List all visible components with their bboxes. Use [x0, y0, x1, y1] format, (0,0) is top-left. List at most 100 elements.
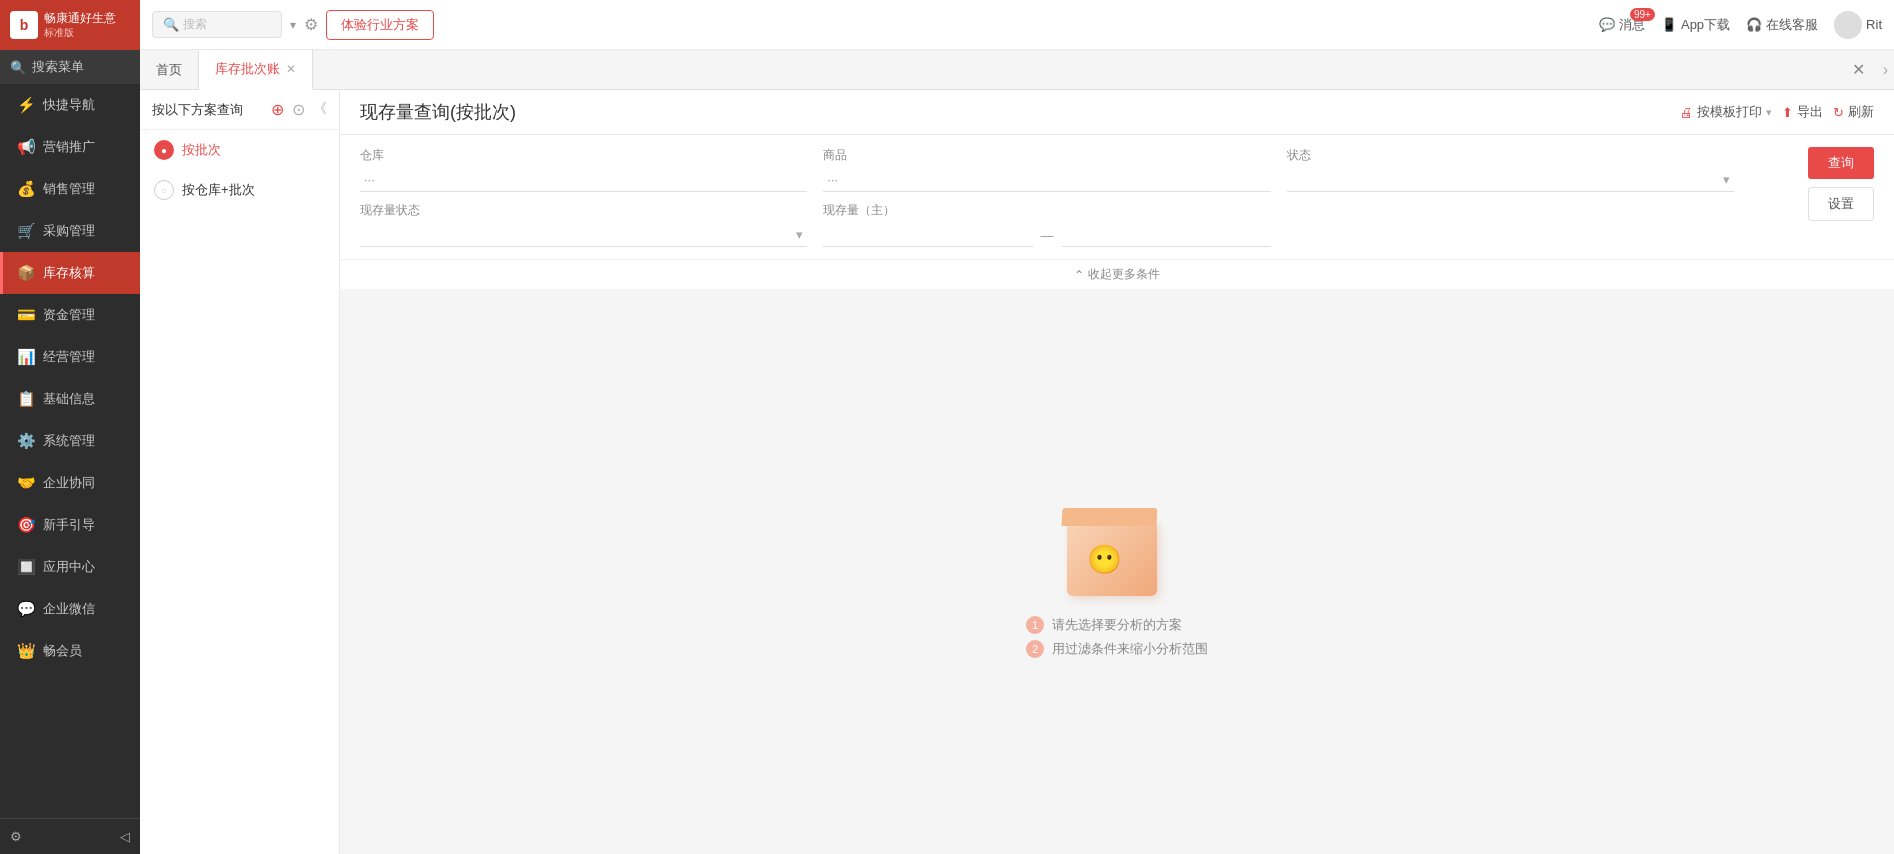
sidebar-item-member[interactable]: 👑 畅会员	[0, 630, 140, 672]
title-bar-actions: 🖨 按模板打印 ▾ ⬆ 导出 ↻ 刷新	[1680, 103, 1874, 121]
topbar-dropdown-arrow[interactable]: ▾	[290, 18, 296, 32]
topbar-gear-icon[interactable]: ⚙	[304, 15, 318, 34]
print-btn[interactable]: 🖨 按模板打印 ▾	[1680, 103, 1772, 121]
sidebar-collapse-btn[interactable]: ◁	[120, 829, 130, 844]
print-icon: 🖨	[1680, 105, 1693, 120]
tab-batch-label: 库存批次账	[215, 60, 280, 78]
page-title: 现存量查询(按批次)	[360, 100, 516, 124]
app-name: 畅康通好生意	[44, 11, 116, 27]
sidebar-label-system: 系统管理	[43, 432, 95, 450]
warehouse-select[interactable]: ···	[360, 168, 807, 192]
sidebar-item-enterprise[interactable]: 🤝 企业协同	[0, 462, 140, 504]
plan-settings-icon[interactable]: ⊙	[292, 100, 305, 119]
newbie-icon: 🎯	[17, 516, 35, 534]
stock-status-label: 现存量状态	[360, 202, 807, 219]
left-panel-title: 按以下方案查询	[152, 101, 243, 119]
tabs-panel-close-btn[interactable]: ✕	[1840, 60, 1877, 79]
app-download-action[interactable]: 📱 App下载	[1661, 16, 1730, 34]
online-service-label: 在线客服	[1766, 16, 1818, 34]
refresh-btn[interactable]: ↻ 刷新	[1833, 103, 1874, 121]
filter-area: 仓库 ··· 商品 ··· 状态	[340, 135, 1894, 289]
sidebar-item-system[interactable]: ⚙️ 系统管理	[0, 420, 140, 462]
collapse-more-btn[interactable]: ⌃ 收起更多条件	[340, 259, 1894, 289]
sidebar-item-purchase[interactable]: 🛒 采购管理	[0, 210, 140, 252]
tip-text-2: 用过滤条件来缩小分析范围	[1052, 640, 1208, 658]
sidebar-label-newbie: 新手引导	[43, 516, 95, 534]
sidebar-header: b 畅康通好生意 标准版	[0, 0, 140, 50]
topbar-search-text: 搜索	[183, 16, 207, 33]
add-plan-icon[interactable]: ⊕	[271, 100, 284, 119]
empty-tips: 1 请先选择要分析的方案 2 用过滤条件来缩小分析范围	[1026, 616, 1208, 658]
panel-collapse-icon[interactable]: 《	[313, 100, 327, 119]
tab-batch-account[interactable]: 库存批次账 ✕	[199, 50, 313, 90]
right-content: 现存量查询(按批次) 🖨 按模板打印 ▾ ⬆ 导出 ↻ 刷新	[340, 90, 1894, 854]
stock-status-dropdown-icon: ▾	[796, 227, 803, 242]
sidebar-search-label: 搜索菜单	[32, 58, 84, 76]
print-arrow-icon: ▾	[1766, 106, 1772, 119]
plan-label-by-batch: 按批次	[182, 141, 221, 159]
product-select[interactable]: ···	[823, 168, 1270, 192]
page-title-bar: 现存量查询(按批次) 🖨 按模板打印 ▾ ⬆ 导出 ↻ 刷新	[340, 90, 1894, 135]
product-filter: 商品 ···	[823, 147, 1270, 192]
tab-close-icon[interactable]: ✕	[286, 62, 296, 76]
topbar-search-box[interactable]: 🔍 搜索	[152, 11, 282, 38]
stock-qty-filter: 现存量（主） —	[823, 202, 1270, 247]
export-label: 导出	[1797, 103, 1823, 121]
sidebar-footer: ⚙ ◁	[0, 818, 140, 854]
marketing-icon: 📢	[17, 138, 35, 156]
tabs-more-btn[interactable]: ›	[1877, 61, 1894, 79]
sidebar-item-basics[interactable]: 📋 基础信息	[0, 378, 140, 420]
print-label: 按模板打印	[1697, 103, 1762, 121]
tip-num-1: 1	[1026, 616, 1044, 634]
app-version: 标准版	[44, 26, 116, 39]
sidebar-label-finance: 资金管理	[43, 306, 95, 324]
stock-qty-label: 现存量（主）	[823, 202, 1032, 219]
query-button[interactable]: 查询	[1808, 147, 1874, 179]
warehouse-placeholder: ···	[364, 172, 375, 187]
topbar: 🔍 搜索 ▾ ⚙ 体验行业方案 💬 消息 99+ 📱 App下载 🎧 在线客服 …	[140, 0, 1894, 50]
status-label: 状态	[1287, 147, 1734, 164]
export-icon: ⬆	[1782, 105, 1793, 120]
app-name-block: 畅康通好生意 标准版	[44, 11, 116, 40]
sidebar-item-inventory[interactable]: 📦 库存核算	[0, 252, 140, 294]
messages-badge: 99+	[1630, 8, 1655, 21]
sidebar-item-appstore[interactable]: 🔲 应用中心	[0, 546, 140, 588]
sidebar-label-purchase: 采购管理	[43, 222, 95, 240]
collapse-label: 收起更多条件	[1088, 266, 1160, 283]
topbar-actions: 💬 消息 99+ 📱 App下载 🎧 在线客服 Rit	[1599, 11, 1882, 39]
sidebar-item-sales[interactable]: 💰 销售管理	[0, 168, 140, 210]
wechat-icon: 💬	[17, 600, 35, 618]
plan-active-dot: ●	[154, 140, 174, 160]
online-service-action[interactable]: 🎧 在线客服	[1746, 16, 1818, 34]
sidebar-search[interactable]: 🔍 搜索菜单	[0, 50, 140, 84]
app-logo: b	[10, 11, 38, 39]
tab-home[interactable]: 首页	[140, 51, 199, 89]
plan-item-by-warehouse-batch[interactable]: ○ 按仓库+批次	[140, 170, 339, 210]
tabs-bar: 首页 库存批次账 ✕ ✕ ›	[140, 50, 1894, 90]
sidebar-settings-btn[interactable]: ⚙	[10, 829, 22, 844]
stock-qty-from-input[interactable]	[823, 223, 1032, 247]
plan-item-by-batch[interactable]: ● 按批次	[140, 130, 339, 170]
refresh-icon: ↻	[1833, 105, 1844, 120]
messages-action[interactable]: 💬 消息 99+	[1599, 16, 1645, 34]
sidebar-label-member: 畅会员	[43, 642, 82, 660]
sidebar-item-newbie[interactable]: 🎯 新手引导	[0, 504, 140, 546]
status-dropdown-icon: ▾	[1723, 172, 1730, 187]
export-btn[interactable]: ⬆ 导出	[1782, 103, 1823, 121]
empty-illustration: 😶	[1057, 486, 1177, 596]
left-panel-header: 按以下方案查询 ⊕ ⊙ 《	[140, 90, 339, 130]
status-select[interactable]: ▾	[1287, 168, 1734, 192]
main-area: 🔍 搜索 ▾ ⚙ 体验行业方案 💬 消息 99+ 📱 App下载 🎧 在线客服 …	[140, 0, 1894, 854]
sidebar-item-marketing[interactable]: 📢 营销推广	[0, 126, 140, 168]
sidebar-item-wechat[interactable]: 💬 企业微信	[0, 588, 140, 630]
sidebar-item-operations[interactable]: 📊 经营管理	[0, 336, 140, 378]
stock-status-select[interactable]: ▾	[360, 223, 807, 247]
settings-button[interactable]: 设置	[1808, 187, 1874, 221]
user-profile-action[interactable]: Rit	[1834, 11, 1882, 39]
search-icon: 🔍	[10, 60, 26, 75]
trial-button[interactable]: 体验行业方案	[326, 10, 434, 40]
empty-tip-2: 2 用过滤条件来缩小分析范围	[1026, 640, 1208, 658]
sidebar-item-finance[interactable]: 💳 资金管理	[0, 294, 140, 336]
stock-qty-to-input[interactable]	[1062, 223, 1271, 247]
sidebar-item-quick-nav[interactable]: ⚡ 快捷导航	[0, 84, 140, 126]
